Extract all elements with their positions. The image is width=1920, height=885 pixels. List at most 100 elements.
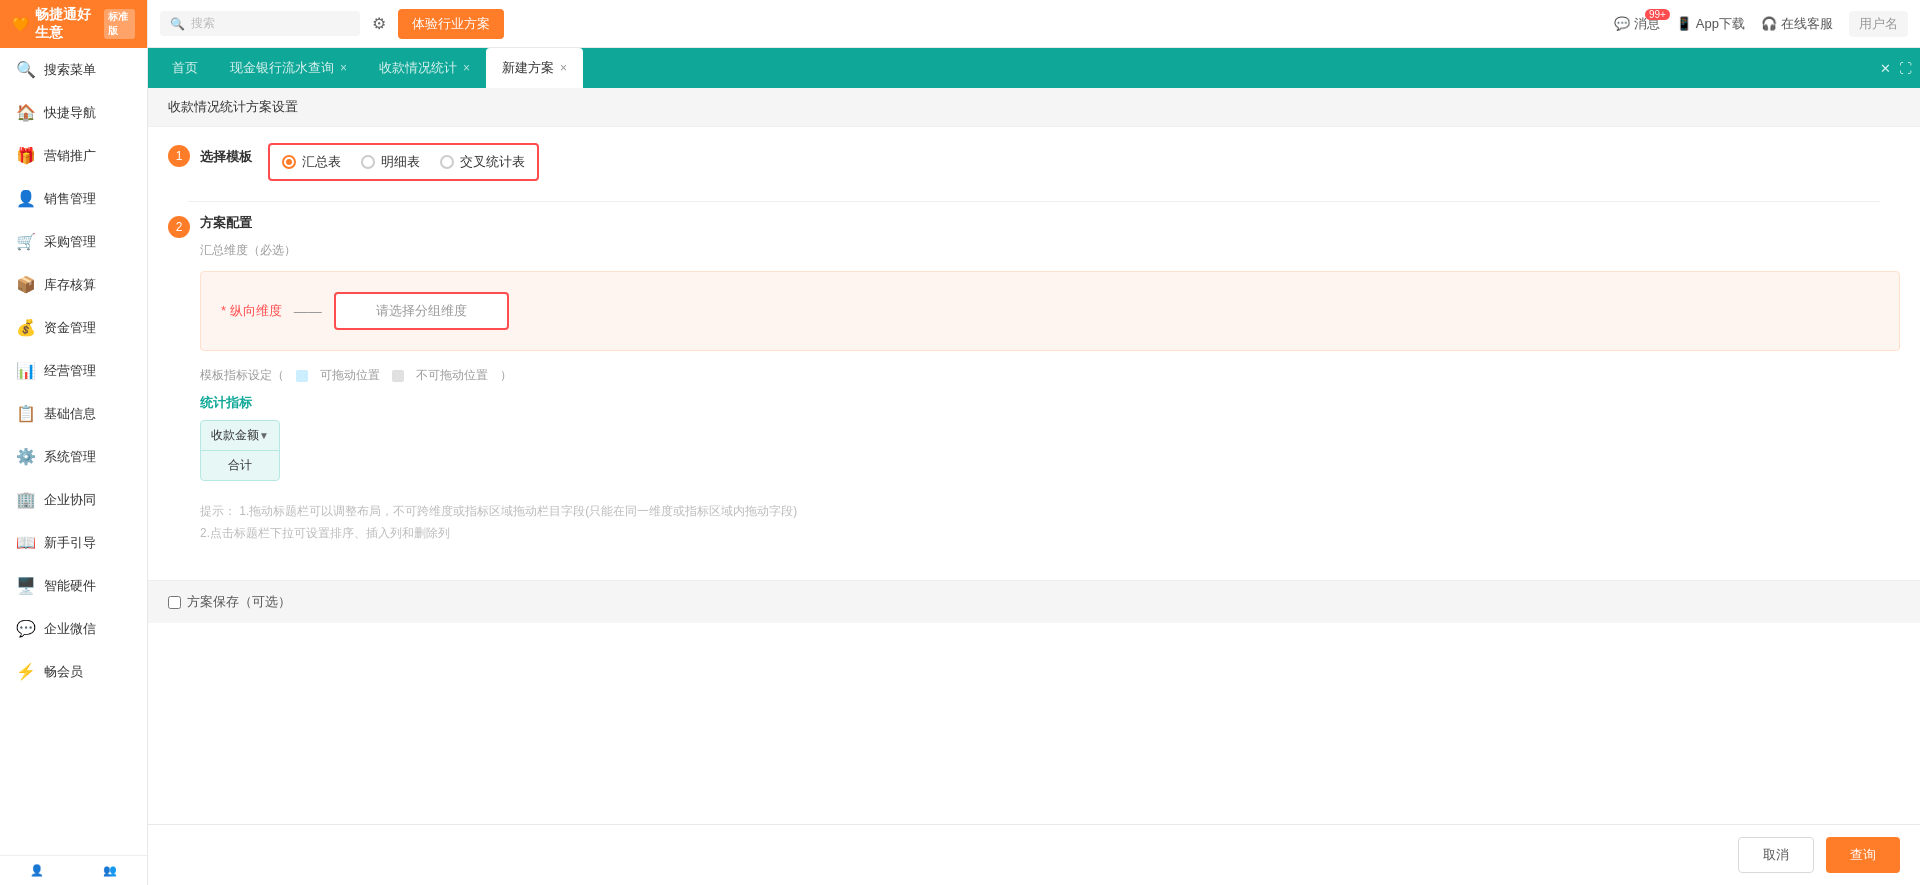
sidebar-item-label: 畅会员 (44, 663, 83, 681)
tabs-actions: ✕ ⛶ (1880, 61, 1912, 76)
tab-cashflow-close[interactable]: × (340, 61, 347, 75)
step1-content: 选择模板 汇总表 明细表 (200, 143, 1900, 181)
sidebar-item-label: 企业协同 (44, 491, 96, 509)
sidebar-item-system[interactable]: ⚙️ 系统管理 (0, 435, 147, 478)
enterprise-icon: 🏢 (16, 490, 36, 509)
sidebar-item-label: 基础信息 (44, 405, 96, 423)
message-btn[interactable]: 💬 消息 99+ (1614, 15, 1660, 33)
marketing-icon: 🎁 (16, 146, 36, 165)
step2-title: 方案配置 (200, 214, 1900, 232)
tab-collection-label: 收款情况统计 (379, 59, 457, 77)
download-icon: 📱 (1676, 16, 1692, 31)
page-title: 收款情况统计方案设置 (148, 88, 1920, 127)
purchase-icon: 🛒 (16, 232, 36, 251)
metrics-close-paren: ） (500, 367, 512, 384)
sidebar-item-finance[interactable]: 💰 资金管理 (0, 306, 147, 349)
tab-home[interactable]: 首页 (156, 48, 214, 88)
step2-number: 2 (168, 216, 190, 238)
sidebar-item-enterprise[interactable]: 🏢 企业协同 (0, 478, 147, 521)
radio-cross-label: 交叉统计表 (460, 153, 525, 171)
tab-home-label: 首页 (172, 59, 198, 77)
radio-detail-circle (361, 155, 375, 169)
tab-collection-close[interactable]: × (463, 61, 470, 75)
sidebar-item-wechat[interactable]: 💬 企业微信 (0, 607, 147, 650)
tab-new-plan-label: 新建方案 (502, 59, 554, 77)
service-icon: 🎧 (1761, 16, 1777, 31)
radio-summary-label: 汇总表 (302, 153, 341, 171)
logo-text: 畅捷通好生意 (35, 6, 98, 42)
metric-chevron-icon[interactable]: ▼ (259, 430, 269, 441)
tab-collection[interactable]: 收款情况统计 × (363, 48, 486, 88)
step2-content: 方案配置 汇总维度（必选） * 纵向维度 —— 请选择分组维度 (200, 214, 1900, 544)
content-area: 收款情况统计方案设置 1 选择模板 汇总表 (148, 88, 1920, 824)
tab-new-plan-close[interactable]: × (560, 61, 567, 75)
close-all-icon[interactable]: ✕ (1880, 61, 1891, 76)
sidebar-item-basic-info[interactable]: 📋 基础信息 (0, 392, 147, 435)
newbie-icon: 📖 (16, 533, 36, 552)
sidebar-item-sales[interactable]: 👤 销售管理 (0, 177, 147, 220)
user-info[interactable]: 用户名 (1849, 11, 1908, 37)
step2: 2 方案配置 汇总维度（必选） * 纵向维度 —— 请选择分组维度 (168, 214, 1900, 544)
dimension-arrow: —— (294, 303, 322, 319)
sidebar-item-smart-hw[interactable]: 🖥️ 智能硬件 (0, 564, 147, 607)
sidebar-item-quick-nav[interactable]: 🏠 快捷导航 (0, 91, 147, 134)
download-btn[interactable]: 📱 App下载 (1676, 15, 1745, 33)
wechat-icon: 💬 (16, 619, 36, 638)
sidebar-item-label: 资金管理 (44, 319, 96, 337)
trial-btn[interactable]: 体验行业方案 (398, 9, 504, 39)
service-btn[interactable]: 🎧 在线客服 (1761, 15, 1833, 33)
main-section: 1 选择模板 汇总表 明细表 (148, 127, 1920, 580)
tab-bar: 首页 现金银行流水查询 × 收款情况统计 × 新建方案 × ✕ ⛶ (148, 48, 1920, 88)
main-area: 🔍 搜索 ⚙ 体验行业方案 💬 消息 99+ 📱 App下载 🎧 在线客服 用户… (148, 0, 1920, 885)
topbar: 🔍 搜索 ⚙ 体验行业方案 💬 消息 99+ 📱 App下载 🎧 在线客服 用户… (148, 0, 1920, 48)
content-inner: 收款情况统计方案设置 1 选择模板 汇总表 (148, 88, 1920, 824)
sidebar-item-purchase[interactable]: 🛒 采购管理 (0, 220, 147, 263)
sidebar-item-label: 智能硬件 (44, 577, 96, 595)
sidebar-item-label: 企业微信 (44, 620, 96, 638)
tab-cashflow[interactable]: 现金银行流水查询 × (214, 48, 363, 88)
tips-section: 提示： 1.拖动标题栏可以调整布局，不可跨维度或指标区域拖动栏目字段(只能在同一… (200, 501, 1900, 544)
sidebar-item-search-menu[interactable]: 🔍 搜索菜单 (0, 48, 147, 91)
download-label: App下载 (1696, 15, 1745, 33)
sidebar-item-newbie[interactable]: 📖 新手引导 (0, 521, 147, 564)
tab-new-plan[interactable]: 新建方案 × (486, 48, 583, 88)
save-checkbox[interactable] (168, 596, 181, 609)
sidebar-item-operations[interactable]: 📊 经营管理 (0, 349, 147, 392)
logo-icon: 🧡 (12, 16, 29, 32)
metric-card-title: 收款金额 (211, 427, 259, 444)
tab-cashflow-label: 现金银行流水查询 (230, 59, 334, 77)
sidebar-avatar1[interactable]: 👤 (30, 864, 44, 877)
sidebar-avatar2[interactable]: 👥 (103, 864, 117, 877)
radio-summary[interactable]: 汇总表 (282, 153, 341, 171)
expand-icon[interactable]: ⛶ (1899, 61, 1912, 76)
sidebar-item-member[interactable]: ⚡ 畅会员 (0, 650, 147, 693)
dimension-selector[interactable]: 请选择分组维度 (334, 292, 509, 330)
sidebar-item-inventory[interactable]: 📦 库存核算 (0, 263, 147, 306)
logo-badge: 标准版 (104, 9, 135, 39)
tips-line1: 提示： 1.拖动标题栏可以调整布局，不可跨维度或指标区域拖动栏目字段(只能在同一… (200, 501, 1900, 523)
draggable-badge (296, 370, 308, 382)
tips-line2: 2.点击标题栏下拉可设置排序、插入列和删除列 (200, 523, 1900, 545)
settings-icon[interactable]: ⚙ (372, 14, 386, 33)
sidebar-item-marketing[interactable]: 🎁 营销推广 (0, 134, 147, 177)
metrics-header: 模板指标设定（ 可拖动位置 不可拖动位置 ） (200, 367, 1900, 384)
query-button[interactable]: 查询 (1826, 837, 1900, 873)
fixed-badge (392, 370, 404, 382)
sidebar-logo: 🧡 畅捷通好生意 标准版 (0, 0, 147, 48)
action-bar: 取消 查询 (148, 824, 1920, 885)
cancel-button[interactable]: 取消 (1738, 837, 1814, 873)
member-icon: ⚡ (16, 662, 36, 681)
metric-card: 收款金额 ▼ 合计 (200, 420, 280, 481)
radio-cross[interactable]: 交叉统计表 (440, 153, 525, 171)
topbar-search[interactable]: 🔍 搜索 (160, 11, 360, 36)
metrics-settings-label: 模板指标设定（ (200, 367, 284, 384)
sidebar-item-label: 搜索菜单 (44, 61, 96, 79)
fixed-label: 不可拖动位置 (416, 367, 488, 384)
sidebar-item-label: 营销推广 (44, 147, 96, 165)
step1: 1 选择模板 汇总表 明细表 (168, 143, 1900, 181)
radio-detail[interactable]: 明细表 (361, 153, 420, 171)
save-checkbox-label[interactable]: 方案保存（可选） (187, 593, 291, 611)
service-label: 在线客服 (1781, 15, 1833, 33)
user-placeholder: 用户名 (1859, 16, 1898, 31)
metric-card-header[interactable]: 收款金额 ▼ (201, 421, 279, 451)
